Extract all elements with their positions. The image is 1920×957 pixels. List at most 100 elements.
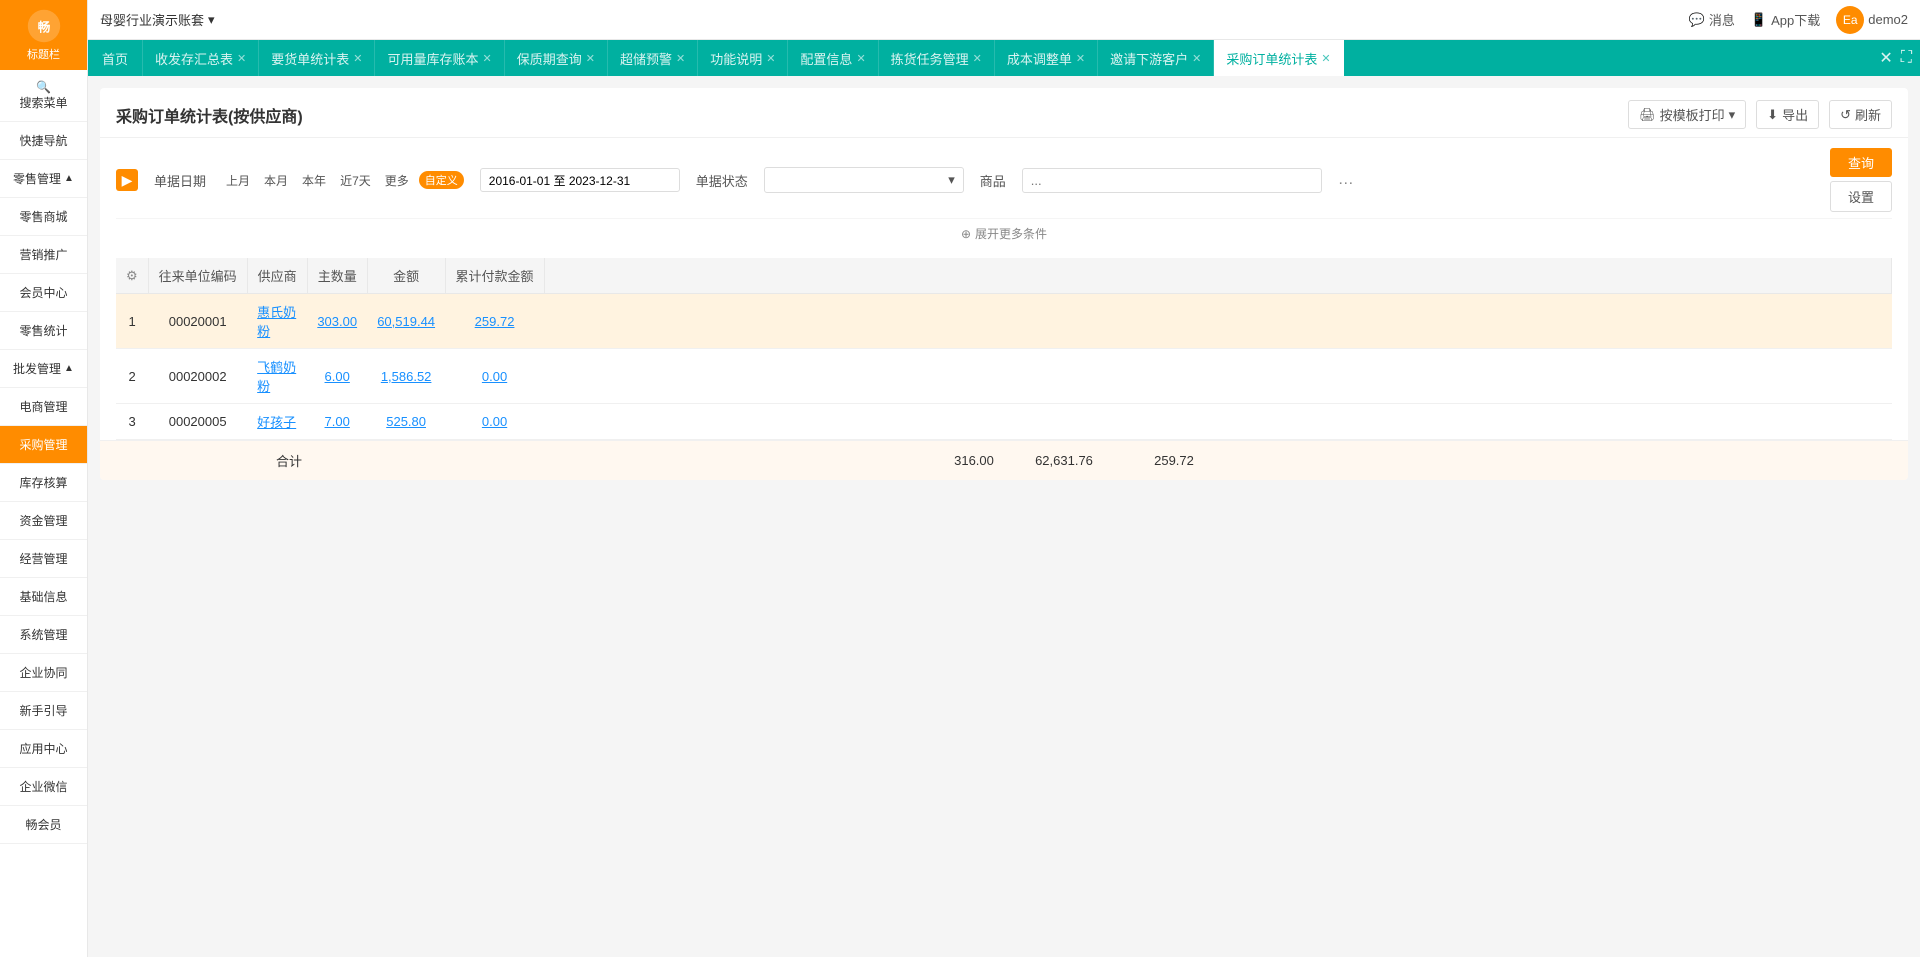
goods-filter-label: 商品	[980, 171, 1006, 190]
date-shortcut-this-month[interactable]: 本月	[260, 171, 292, 190]
column-settings-icon[interactable]: ⚙	[126, 268, 138, 284]
tab-chaochu[interactable]: 超储预警 ✕	[608, 40, 698, 76]
date-shortcut-7days[interactable]: 近7天	[336, 171, 375, 190]
date-shortcut-this-year[interactable]: 本年	[298, 171, 330, 190]
user-menu[interactable]: Ea demo2	[1836, 6, 1908, 34]
goods-filter-input[interactable]	[1022, 168, 1322, 193]
filter-right-actions: 查询 设置	[1830, 148, 1892, 212]
sidebar-item-appcenter[interactable]: 应用中心	[0, 730, 87, 768]
row-qty: 7.00	[307, 404, 367, 440]
footer-qty: 316.00	[934, 453, 1014, 468]
filter-toggle-button[interactable]: ▶	[116, 169, 138, 191]
tab-close-icon[interactable]: ✕	[676, 52, 685, 65]
status-select-arrow: ▾	[948, 172, 955, 188]
goods-filter-more-icon[interactable]: …	[1338, 171, 1354, 189]
sidebar-item-newguide[interactable]: 新手引导	[0, 692, 87, 730]
export-button[interactable]: ⬇ 导出	[1756, 100, 1819, 129]
app-download-button[interactable]: 📱 App下载	[1751, 10, 1820, 29]
table-footer: 合计 316.00 62,631.76 259.72	[100, 440, 1908, 480]
date-custom-badge[interactable]: 自定义	[419, 171, 464, 189]
expand-more-button[interactable]: ⊕ 展开更多条件	[116, 218, 1892, 248]
refresh-button[interactable]: ↺ 刷新	[1829, 100, 1892, 129]
row-supplier[interactable]: 飞鹤奶粉	[247, 349, 307, 404]
row-code: 00020002	[148, 349, 247, 404]
workspace-label: 母婴行业演示账套	[100, 10, 204, 29]
chevron-icon: ▲	[64, 363, 74, 374]
tab-peizhi[interactable]: 配置信息 ✕	[788, 40, 878, 76]
tab-close-icon[interactable]: ✕	[1076, 52, 1085, 65]
tab-label: 要货单统计表	[271, 49, 349, 68]
tab-yaoqing[interactable]: 邀请下游客户 ✕	[1098, 40, 1214, 76]
app-logo[interactable]: 畅 标题栏	[0, 0, 87, 70]
tab-yaohuodanjstatistics[interactable]: 要货单统计表 ✕	[259, 40, 375, 76]
row-index: 2	[116, 349, 148, 404]
print-icon: 🖨	[1639, 107, 1656, 123]
sidebar-item-enterprise[interactable]: 企业协同	[0, 654, 87, 692]
tab-baoyuanqixun[interactable]: 保质期查询 ✕	[505, 40, 608, 76]
tab-close-icon[interactable]: ✕	[353, 52, 362, 65]
tab-close-icon[interactable]: ✕	[483, 52, 492, 65]
row-paid: 0.00	[445, 349, 544, 404]
tabs-close-button[interactable]: ✕	[1879, 48, 1892, 68]
sidebar-item-finance[interactable]: 资金管理	[0, 502, 87, 540]
tab-home[interactable]: 首页	[88, 40, 143, 76]
sidebar-item-wholesale[interactable]: 批发管理 ▲	[0, 350, 87, 388]
row-qty: 303.00	[307, 294, 367, 349]
col-settings[interactable]: ⚙	[116, 258, 148, 294]
date-shortcut-more[interactable]: 更多	[381, 171, 413, 190]
sidebar-item-search[interactable]: 🔍 搜索菜单	[0, 70, 87, 122]
tab-gongnengshuo[interactable]: 功能说明 ✕	[698, 40, 788, 76]
sidebar-item-corpwx[interactable]: 企业微信	[0, 768, 87, 806]
tab-keyongliang[interactable]: 可用量库存账本 ✕	[375, 40, 504, 76]
sidebar-item-shortcut[interactable]: 快捷导航	[0, 122, 87, 160]
col-qty: 主数量	[307, 258, 367, 294]
page-title: 采购订单统计表(按供应商)	[116, 103, 303, 127]
sidebar-item-system[interactable]: 系统管理	[0, 616, 87, 654]
sidebar-item-retail-mall[interactable]: 零售商城	[0, 198, 87, 236]
tab-caigoustatistics[interactable]: 采购订单统计表 ✕	[1214, 40, 1343, 76]
sidebar-item-operation[interactable]: 经营管理	[0, 540, 87, 578]
tabs-maximize-button[interactable]: ⛶	[1901, 49, 1912, 67]
date-shortcut-last-month[interactable]: 上月	[222, 171, 254, 190]
tab-close-icon[interactable]: ✕	[1192, 52, 1201, 65]
tab-label: 拣货任务管理	[891, 49, 969, 68]
table-header-row: ⚙ 往来单位编码 供应商 主数量 金额 累计付款金额	[116, 258, 1892, 294]
query-button[interactable]: 查询	[1830, 148, 1892, 177]
row-supplier[interactable]: 好孩子	[247, 404, 307, 440]
sidebar-item-ecom[interactable]: 电商管理	[0, 388, 87, 426]
tab-shoufakuan[interactable]: 收发存汇总表 ✕	[143, 40, 259, 76]
settings-button[interactable]: 设置	[1830, 181, 1892, 212]
sidebar-item-member[interactable]: 会员中心	[0, 274, 87, 312]
sidebar-item-retail[interactable]: 零售管理 ▲	[0, 160, 87, 198]
content-area: 采购订单统计表(按供应商) 🖨 按模板打印 ▾ ⬇ 导出 ↺ 刷新	[88, 76, 1920, 957]
tab-close-icon[interactable]: ✕	[1321, 52, 1330, 65]
message-button[interactable]: 💬 消息	[1689, 10, 1735, 29]
row-code: 00020001	[148, 294, 247, 349]
row-qty: 6.00	[307, 349, 367, 404]
print-button[interactable]: 🖨 按模板打印 ▾	[1628, 100, 1746, 129]
tab-close-icon[interactable]: ✕	[856, 52, 865, 65]
svg-text:畅: 畅	[37, 19, 50, 34]
sidebar-item-retail-stats[interactable]: 零售统计	[0, 312, 87, 350]
date-shortcuts: 上月 本月 本年 近7天 更多 自定义	[222, 171, 464, 190]
date-range-input[interactable]	[480, 168, 680, 192]
tab-label: 功能说明	[710, 49, 762, 68]
status-filter-select[interactable]: ▾	[764, 167, 964, 193]
sidebar-item-purchase[interactable]: 采购管理	[0, 426, 87, 464]
tab-peihuorenwuguanli[interactable]: 拣货任务管理 ✕	[879, 40, 995, 76]
sidebar-item-inventory[interactable]: 库存核算	[0, 464, 87, 502]
sidebar-item-basic[interactable]: 基础信息	[0, 578, 87, 616]
row-paid: 0.00	[445, 404, 544, 440]
tab-close-icon[interactable]: ✕	[766, 52, 775, 65]
tab-close-icon[interactable]: ✕	[237, 52, 246, 65]
chevron-icon: ▲	[64, 173, 74, 184]
sidebar-item-marketing[interactable]: 营销推广	[0, 236, 87, 274]
tab-close-icon[interactable]: ✕	[586, 52, 595, 65]
tab-close-icon[interactable]: ✕	[973, 52, 982, 65]
row-amount: 60,519.44	[367, 294, 445, 349]
row-supplier[interactable]: 惠氏奶粉	[247, 294, 307, 349]
sidebar-item-vip[interactable]: 畅会员	[0, 806, 87, 844]
workspace-selector[interactable]: 母婴行业演示账套 ▾	[100, 10, 215, 29]
data-table: ⚙ 往来单位编码 供应商 主数量 金额 累计付款金额 1	[116, 258, 1892, 440]
tab-chengben[interactable]: 成本调整单 ✕	[995, 40, 1098, 76]
